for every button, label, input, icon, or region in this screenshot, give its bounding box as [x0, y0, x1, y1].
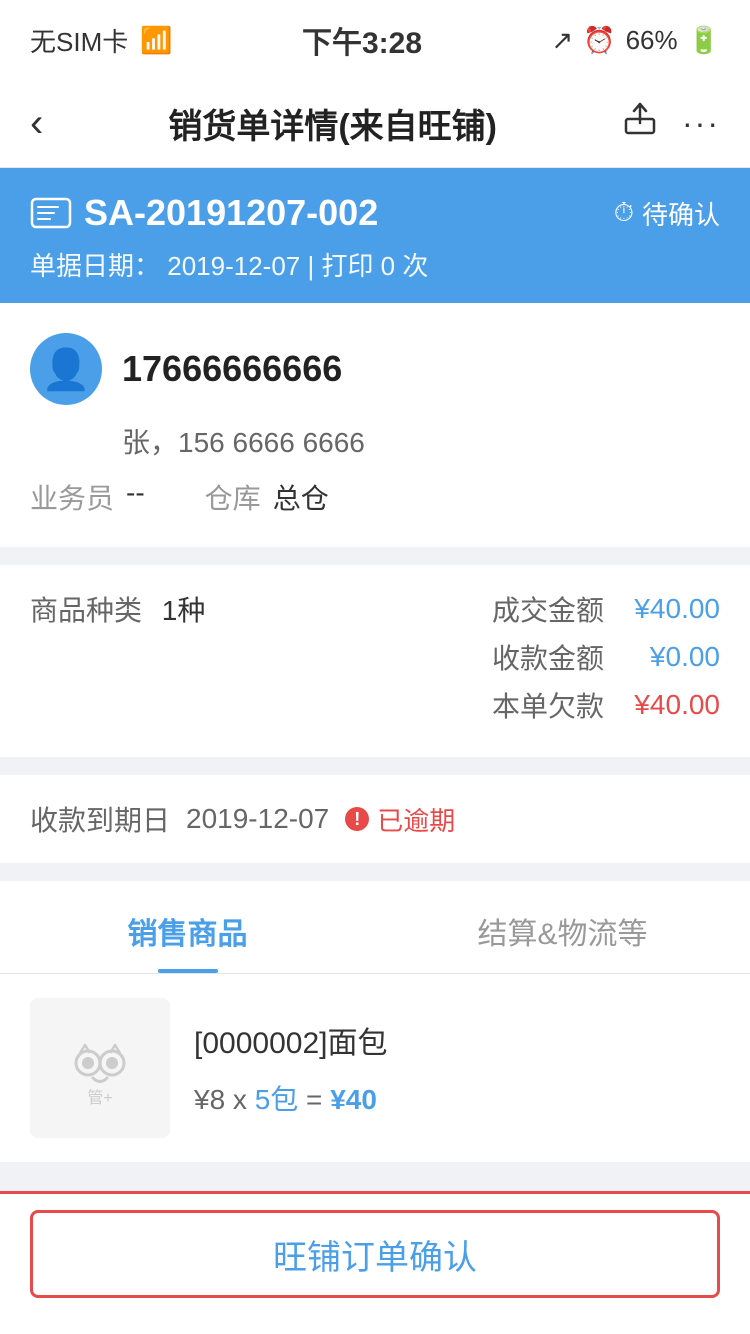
customer-phone: 17666666666: [122, 348, 342, 390]
due-value: ¥40.00: [620, 689, 720, 721]
share-button[interactable]: [622, 101, 658, 146]
status-time: 下午3:28: [302, 18, 422, 62]
overdue-dot-icon: !: [345, 807, 369, 831]
product-total: ¥40: [330, 1084, 377, 1115]
order-date-row: 单据日期： 2019-12-07 | 打印 0 次: [30, 246, 720, 283]
product-price: ¥8 x: [194, 1084, 255, 1115]
due-date-value: 2019-12-07: [186, 803, 329, 835]
tab-underline: [158, 969, 218, 973]
overdue-badge: ! 已逾期: [345, 801, 455, 838]
wifi-icon: 📶: [140, 25, 172, 56]
sales-value: --: [126, 477, 145, 517]
warehouse-label: 仓库: [205, 477, 261, 517]
amount-value: ¥40.00: [620, 593, 720, 625]
due-section: 收款到期日 2019-12-07 ! 已逾期: [0, 775, 750, 863]
product-price-row: ¥8 x 5包 = ¥40: [194, 1078, 720, 1118]
summary-section: 商品种类 1种 成交金额 ¥40.00 收款金额 ¥0.00 本单欠款 ¥40.…: [0, 565, 750, 757]
nav-actions: ···: [622, 101, 720, 146]
battery-icon: 🔋: [688, 25, 720, 56]
order-header: SA-20191207-002 ⏱ 待确认 单据日期： 2019-12-07 |…: [0, 168, 750, 303]
summary-left: 商品种类 1种: [30, 589, 205, 629]
due-label: 本单欠款: [492, 685, 604, 725]
order-icon: [30, 197, 72, 229]
sales-item: 业务员 --: [30, 477, 145, 517]
product-thumbnail: 管+: [30, 998, 170, 1138]
customer-row: 👤 17666666666: [30, 333, 720, 405]
amount-label: 成交金额: [492, 589, 604, 629]
due-date-label: 收款到期日: [30, 799, 170, 839]
svg-text:管+: 管+: [87, 1089, 112, 1107]
order-id-row: SA-20191207-002 ⏱ 待确认: [30, 192, 720, 234]
bottom-bar: 旺铺订单确认: [0, 1191, 750, 1334]
customer-section: 👤 17666666666 张，156 6666 6666 业务员 -- 仓库 …: [0, 303, 750, 547]
received-value: ¥0.00: [620, 641, 720, 673]
print-info: | 打印 0 次: [307, 251, 428, 281]
tab-products[interactable]: 销售商品: [0, 881, 375, 973]
location-icon: ↗: [551, 25, 573, 56]
received-row: 收款金额 ¥0.00: [492, 637, 720, 677]
warehouse-item: 仓库 总仓: [205, 477, 329, 517]
customer-name: 张，156 6666 6666: [30, 421, 720, 461]
product-info: [0000002]面包 ¥8 x 5包 = ¥40: [194, 1018, 720, 1118]
tab-settlement[interactable]: 结算&物流等: [375, 881, 750, 973]
status-left: 无SIM卡 📶: [30, 22, 173, 59]
status-text: 待确认: [642, 195, 720, 232]
status-clock-icon: ⏱: [614, 197, 634, 229]
order-id: SA-20191207-002: [30, 192, 378, 234]
product-item: 管+ [0000002]面包 ¥8 x 5包 = ¥40: [0, 974, 750, 1162]
sales-label: 业务员: [30, 477, 114, 517]
tabs-section: 销售商品 结算&物流等 管+ [0000002]面包 ¥8 x: [0, 881, 750, 1162]
carrier-text: 无SIM卡: [30, 22, 128, 59]
tabs-row: 销售商品 结算&物流等: [0, 881, 750, 974]
avatar-icon: 👤: [41, 346, 91, 393]
order-date: 2019-12-07: [167, 251, 300, 281]
battery-text: 66%: [626, 25, 678, 56]
confirm-order-button[interactable]: 旺铺订单确认: [30, 1210, 720, 1298]
warehouse-value: 总仓: [273, 477, 329, 517]
status-right: ↗ ⏰ 66% 🔋: [551, 25, 720, 56]
more-button[interactable]: ···: [682, 105, 720, 142]
received-label: 收款金额: [492, 637, 604, 677]
product-type-value: 1种: [162, 595, 206, 626]
page-title: 销货单详情(来自旺铺): [168, 99, 497, 148]
product-equals: =: [298, 1084, 330, 1115]
summary-right: 成交金额 ¥40.00 收款金额 ¥0.00 本单欠款 ¥40.00: [492, 589, 720, 733]
avatar: 👤: [30, 333, 102, 405]
alarm-icon: ⏰: [583, 25, 615, 56]
overdue-text: 已逾期: [377, 801, 455, 838]
product-qty: 5包: [255, 1084, 299, 1115]
amount-row: 成交金额 ¥40.00: [492, 589, 720, 629]
date-label: 单据日期：: [30, 251, 160, 281]
status-bar: 无SIM卡 📶 下午3:28 ↗ ⏰ 66% 🔋: [0, 0, 750, 80]
back-button[interactable]: ‹: [30, 101, 43, 146]
product-name: [0000002]面包: [194, 1018, 720, 1062]
order-status: ⏱ 待确认: [614, 195, 720, 232]
due-row: 本单欠款 ¥40.00: [492, 685, 720, 725]
customer-meta: 业务员 -- 仓库 总仓: [30, 477, 720, 517]
product-type-label: 商品种类: [30, 595, 142, 626]
nav-bar: ‹ 销货单详情(来自旺铺) ···: [0, 80, 750, 168]
